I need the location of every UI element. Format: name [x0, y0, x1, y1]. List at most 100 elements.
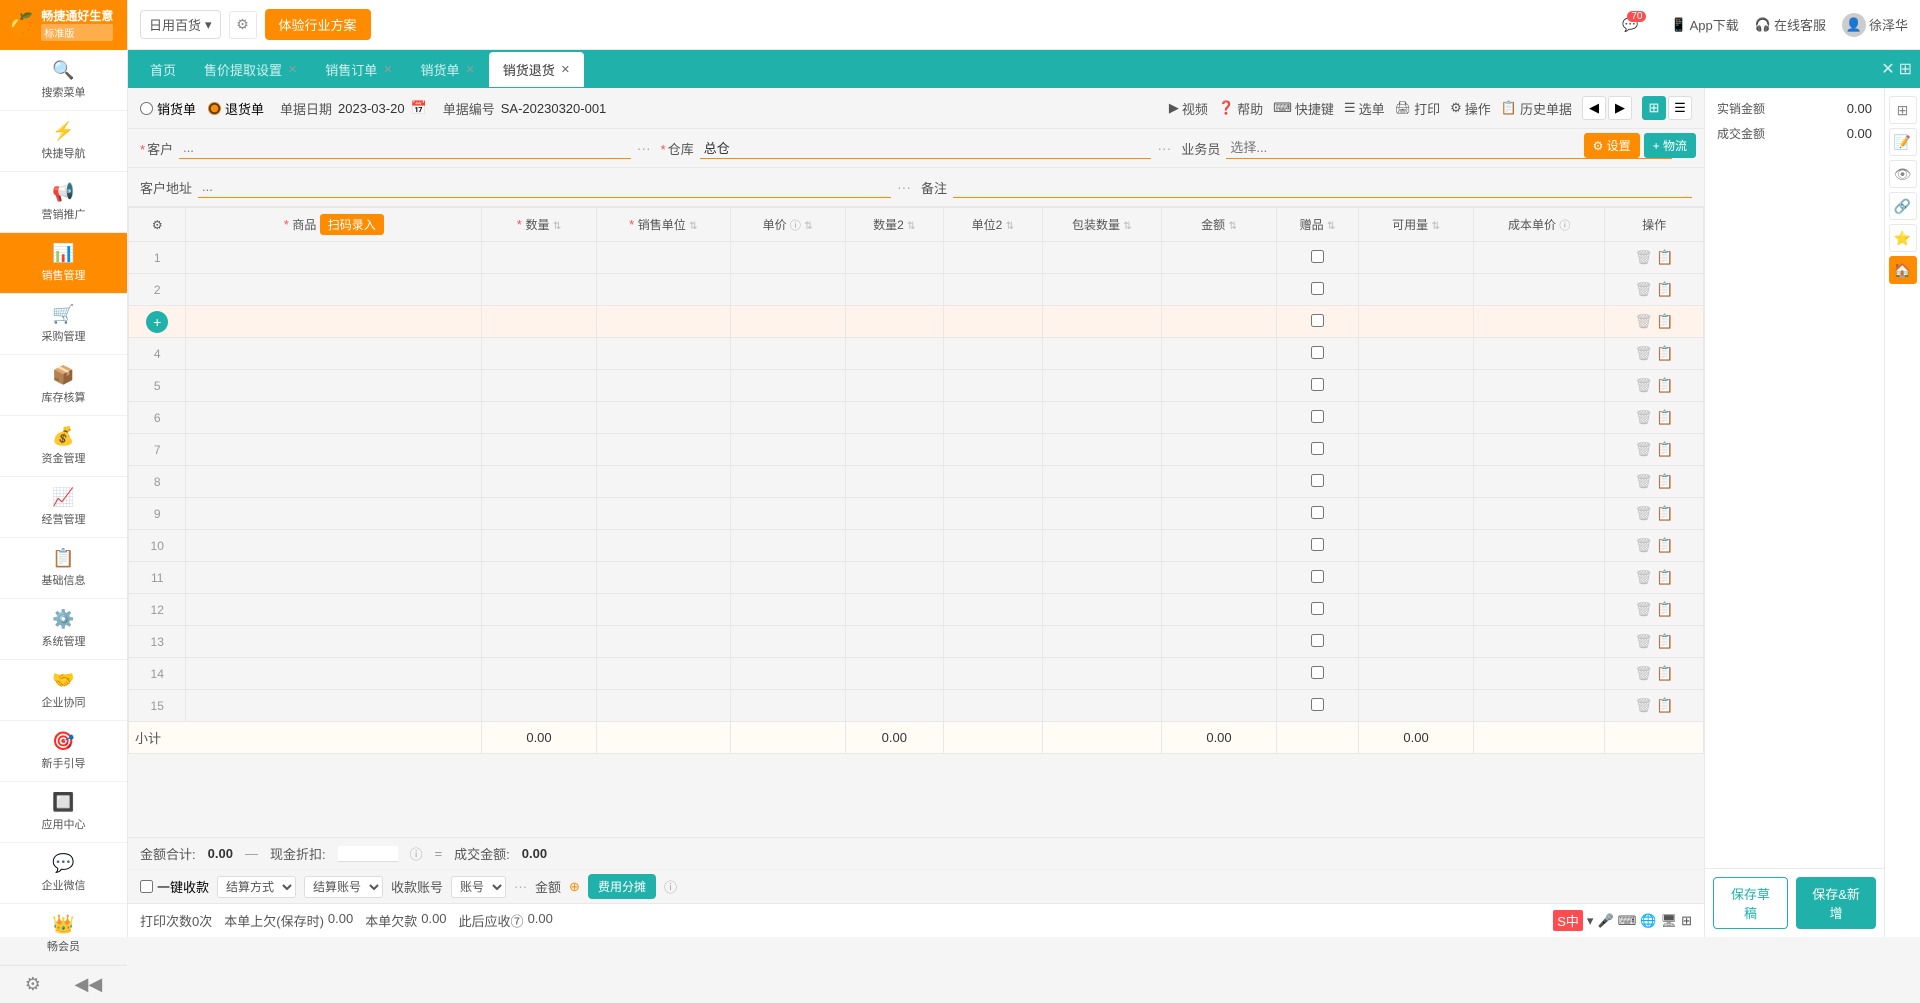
tab-close-1[interactable]: ✕ — [288, 63, 297, 76]
cost-cell-10[interactable] — [1474, 530, 1605, 562]
language-icon[interactable]: 🌐 — [1640, 913, 1656, 929]
gift-checkbox-10[interactable] — [1311, 538, 1324, 551]
copy-icon-7[interactable]: 📋 — [1656, 441, 1673, 457]
float-btn-3[interactable]: 👁 — [1889, 160, 1917, 188]
gift-checkbox-11[interactable] — [1311, 570, 1324, 583]
available-cell-4[interactable] — [1359, 338, 1474, 370]
tab-close-4[interactable]: ✕ — [561, 63, 570, 76]
gift-cell-7[interactable] — [1276, 434, 1358, 466]
qty-cell-14[interactable] — [482, 658, 597, 690]
fee-info-icon[interactable]: ⓘ — [664, 877, 677, 896]
qty-cell-11[interactable] — [482, 562, 597, 594]
history-btn[interactable]: 📋 历史单据 — [1501, 99, 1572, 118]
address-select-icon[interactable]: ··· — [897, 179, 911, 195]
copy-icon-4[interactable]: 📋 — [1656, 345, 1673, 361]
available-cell-2[interactable] — [1359, 274, 1474, 306]
sort-amount-icon[interactable]: ⇅ — [1228, 221, 1236, 232]
input-tool-arrow[interactable]: ▾ — [1587, 913, 1594, 929]
copy-icon-9[interactable]: 📋 — [1656, 505, 1673, 521]
float-btn-2[interactable]: 📝 — [1889, 128, 1917, 156]
unit2-cell-12[interactable] — [944, 594, 1043, 626]
price-cell-13[interactable] — [730, 626, 845, 658]
scan-btn[interactable]: 扫码录入 — [320, 214, 384, 235]
product-input-5[interactable] — [192, 378, 475, 393]
sort-price-icon[interactable]: ⇅ — [804, 221, 812, 232]
price-cell-9[interactable] — [730, 498, 845, 530]
delete-icon-7[interactable]: 🗑 — [1635, 441, 1653, 457]
unit2-cell-1[interactable] — [944, 242, 1043, 274]
collapse-icon[interactable]: ◀◀ — [75, 974, 103, 995]
pack-cell-14[interactable] — [1042, 658, 1161, 690]
sort-gift-icon[interactable]: ⇅ — [1327, 221, 1335, 232]
user-avatar[interactable]: 👤 徐泽华 — [1842, 13, 1908, 37]
price-cell-3[interactable] — [730, 306, 845, 338]
keyboard-tool-icon[interactable]: ⌨ — [1618, 913, 1637, 929]
cost-cell-15[interactable] — [1474, 690, 1605, 722]
sort-unit-icon[interactable]: ⇅ — [689, 221, 697, 232]
sidebar-item-search[interactable]: 🔍搜索菜单 — [0, 50, 127, 111]
calendar-icon[interactable]: 📅 — [411, 100, 427, 116]
sidebar-item-basic[interactable]: 📋基础信息 — [0, 538, 127, 599]
amount-cell-5[interactable] — [1162, 370, 1277, 402]
amount-cell-7[interactable] — [1162, 434, 1277, 466]
copy-icon-1[interactable]: 📋 — [1656, 249, 1673, 265]
gift-cell-15[interactable] — [1276, 690, 1358, 722]
sidebar-item-marketing[interactable]: 📢营销推广 — [0, 172, 127, 233]
float-btn-1[interactable]: ⊞ — [1889, 96, 1917, 124]
product-cell-2[interactable] — [186, 274, 482, 306]
save-new-btn[interactable]: 保存&新增 — [1796, 877, 1876, 929]
pack-cell-15[interactable] — [1042, 690, 1161, 722]
qty2-cell-6[interactable] — [845, 402, 944, 434]
prev-bill-btn[interactable]: ◀ — [1582, 96, 1606, 120]
unit-cell-8[interactable] — [596, 466, 730, 498]
cost-cell-11[interactable] — [1474, 562, 1605, 594]
sidebar-item-apps[interactable]: 🔲应用中心 — [0, 782, 127, 843]
delete-icon-10[interactable]: 🗑 — [1635, 537, 1653, 553]
logistics-btn[interactable]: + 物流 — [1644, 133, 1696, 158]
product-cell-15[interactable] — [186, 690, 482, 722]
pack-cell-1[interactable] — [1042, 242, 1161, 274]
product-input-11[interactable] — [192, 570, 475, 585]
monitor-icon[interactable]: 🖥 — [1661, 913, 1678, 929]
cost-cell-1[interactable] — [1474, 242, 1605, 274]
price-cell-14[interactable] — [730, 658, 845, 690]
available-cell-14[interactable] — [1359, 658, 1474, 690]
product-input-3[interactable] — [192, 314, 475, 329]
product-input-15[interactable] — [192, 698, 475, 713]
product-cell-1[interactable] — [186, 242, 482, 274]
sidebar-item-enterprise[interactable]: 🤝企业协同 — [0, 660, 127, 721]
unit2-cell-6[interactable] — [944, 402, 1043, 434]
gift-checkbox-2[interactable] — [1311, 282, 1324, 295]
available-cell-13[interactable] — [1359, 626, 1474, 658]
float-btn-6[interactable]: 🏠 — [1889, 256, 1917, 284]
help-btn[interactable]: ❓ 帮助 — [1218, 99, 1263, 118]
gift-cell-2[interactable] — [1276, 274, 1358, 306]
warehouse-input[interactable] — [700, 137, 1152, 159]
amount-cell-6[interactable] — [1162, 402, 1277, 434]
gift-checkbox-14[interactable] — [1311, 666, 1324, 679]
unit-cell-14[interactable] — [596, 658, 730, 690]
gift-checkbox-12[interactable] — [1311, 602, 1324, 615]
product-cell-3[interactable] — [186, 306, 482, 338]
product-input-8[interactable] — [192, 474, 475, 489]
cost-cell-4[interactable] — [1474, 338, 1605, 370]
table-view-btn[interactable]: ⊞ — [1642, 96, 1666, 120]
message-btn[interactable]: 💬 70 — [1622, 17, 1638, 33]
tab-4[interactable]: 销货退货✕ — [489, 52, 584, 87]
product-cell-7[interactable] — [186, 434, 482, 466]
qty2-cell-3[interactable] — [845, 306, 944, 338]
cost-info-icon[interactable]: ⓘ — [1559, 220, 1570, 232]
unit-cell-7[interactable] — [596, 434, 730, 466]
sidebar-item-member[interactable]: 👑畅会员 — [0, 904, 127, 965]
price-cell-5[interactable] — [730, 370, 845, 402]
unit-cell-6[interactable] — [596, 402, 730, 434]
available-cell-3[interactable] — [1359, 306, 1474, 338]
th-settings[interactable]: ⚙ — [129, 208, 186, 242]
qty-cell-6[interactable] — [482, 402, 597, 434]
price-info-icon[interactable]: ⓘ — [790, 220, 801, 232]
sidebar-item-system[interactable]: ⚙️系统管理 — [0, 599, 127, 660]
pack-cell-10[interactable] — [1042, 530, 1161, 562]
product-input-12[interactable] — [192, 602, 475, 617]
copy-icon-6[interactable]: 📋 — [1656, 409, 1673, 425]
tab-3[interactable]: 销货单✕ — [406, 52, 488, 87]
